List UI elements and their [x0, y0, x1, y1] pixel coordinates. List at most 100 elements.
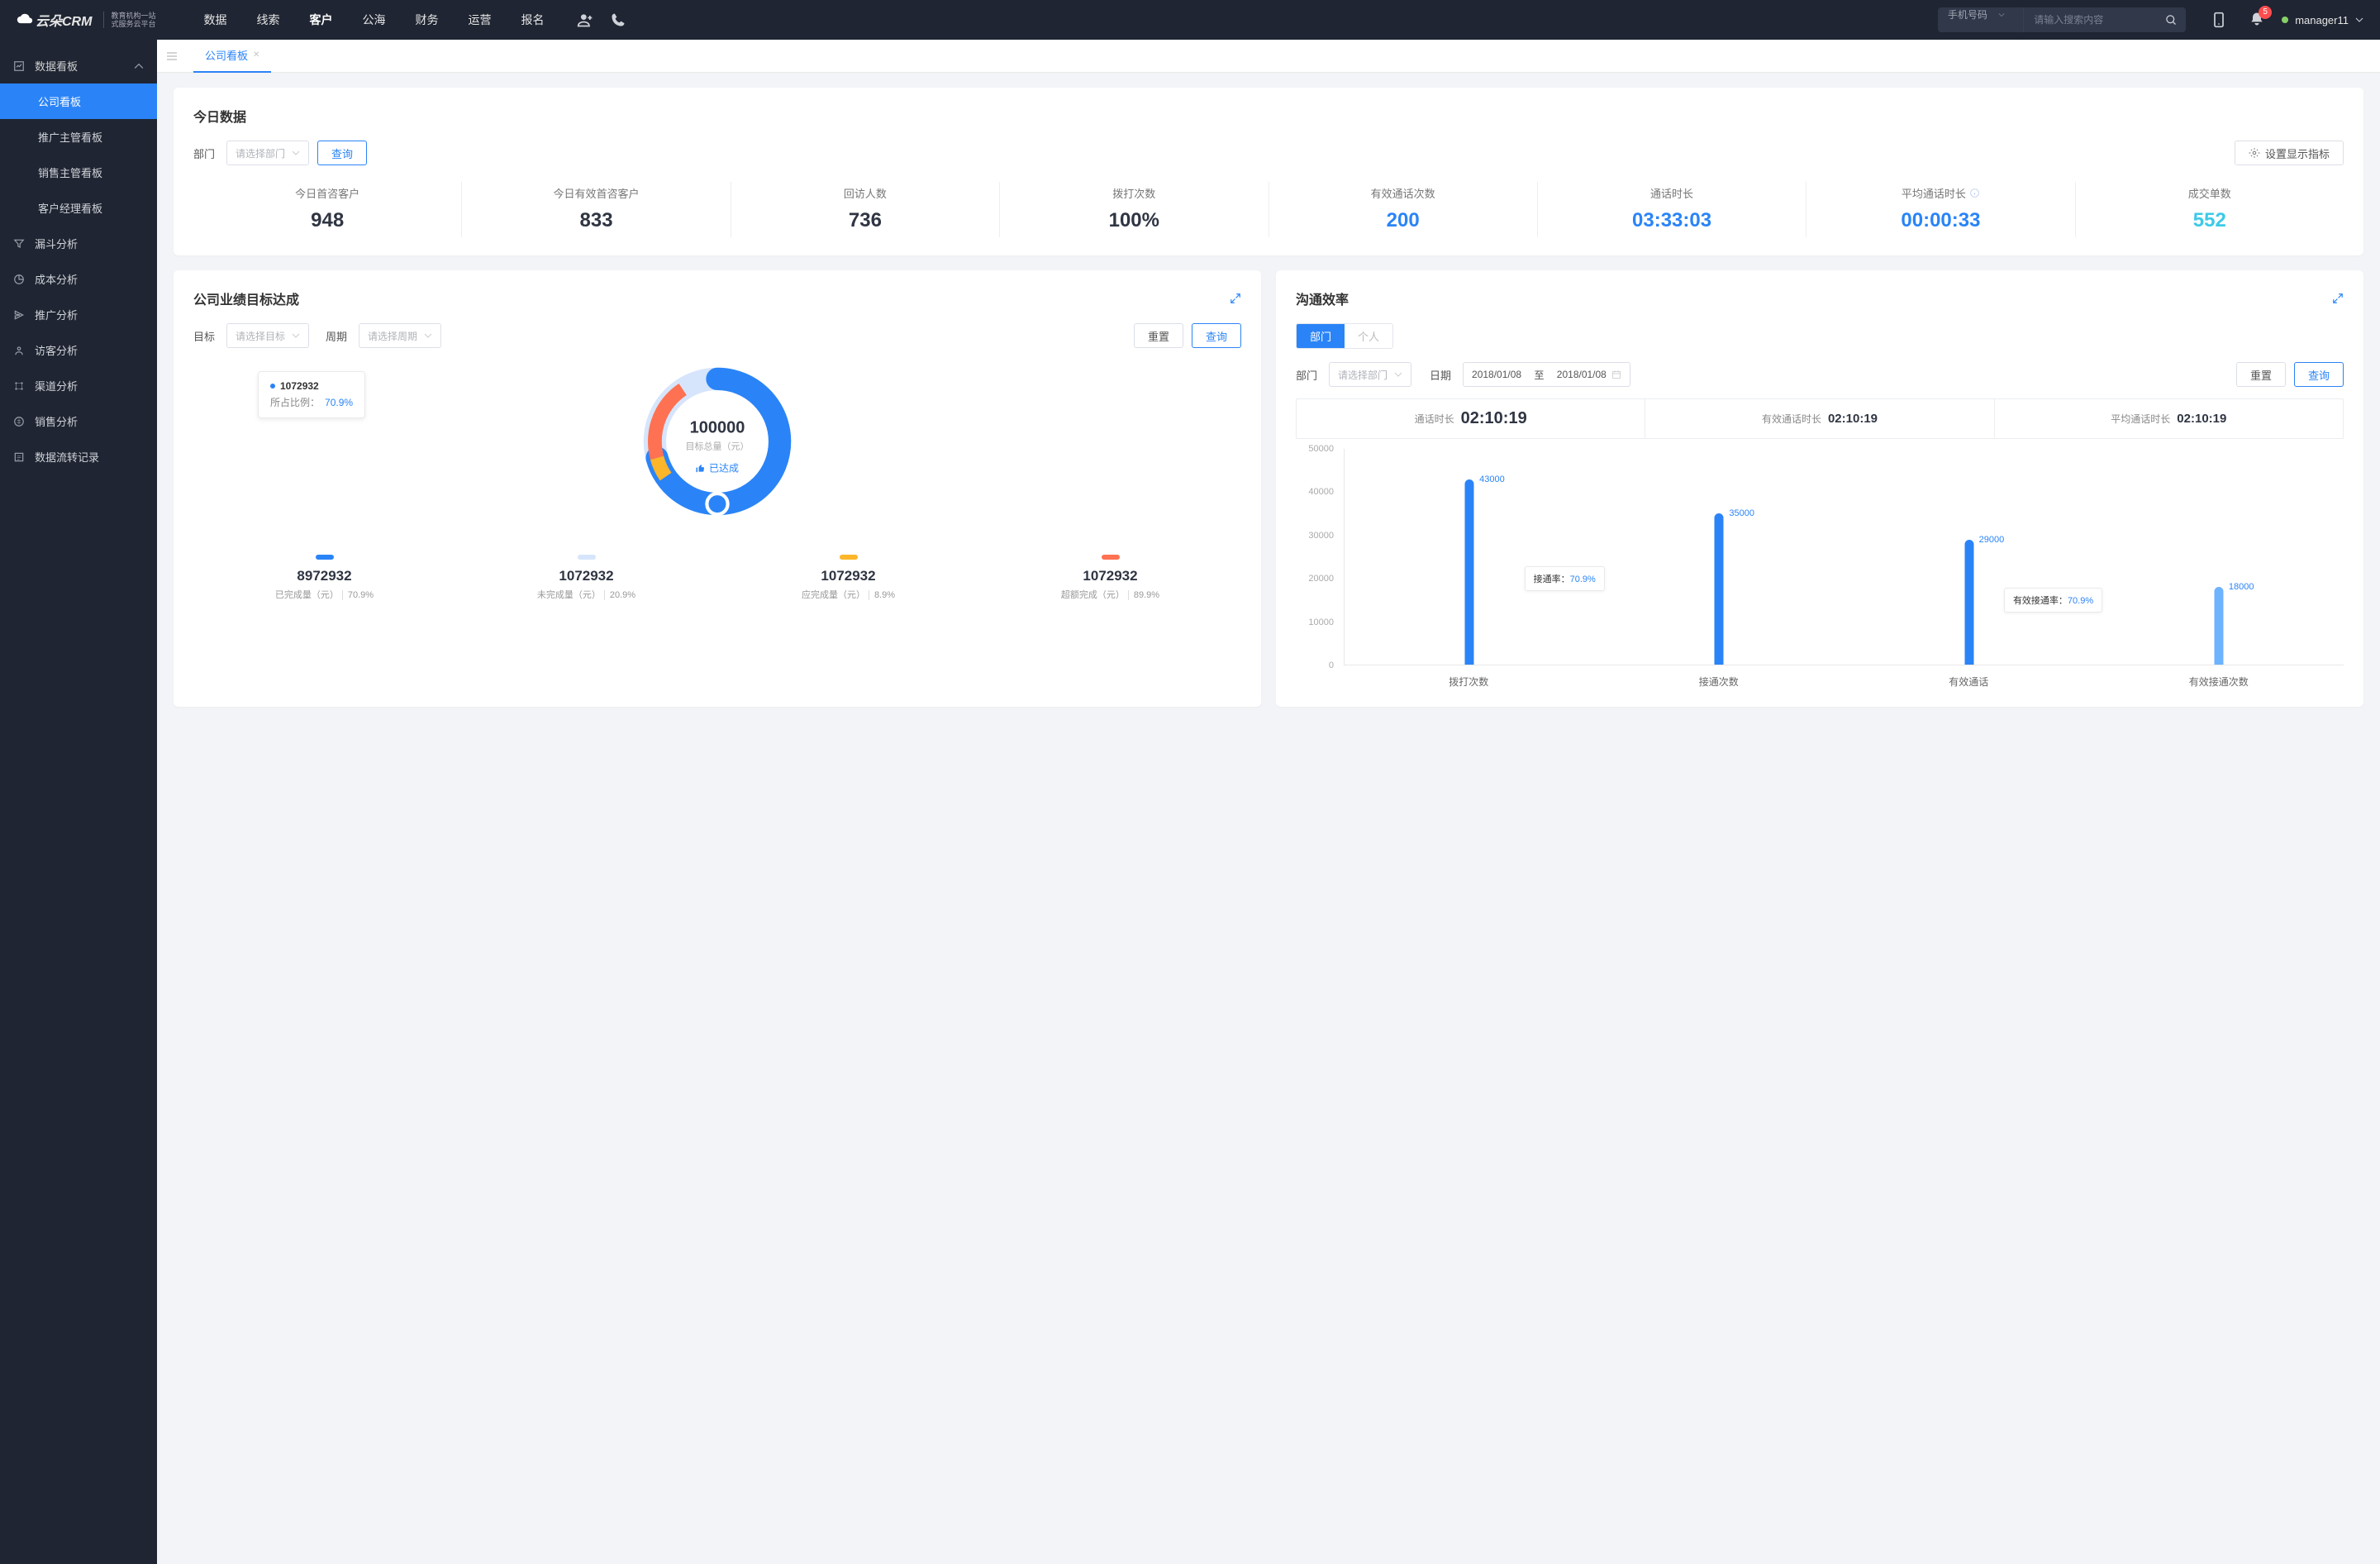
dept-label: 部门	[193, 145, 215, 161]
target-select[interactable]: 请选择目标	[226, 323, 309, 348]
stat-value: 02:10:19	[1828, 412, 1878, 426]
scope-tabs: 部门 个人	[1296, 323, 1393, 349]
tab-dept[interactable]: 部门	[1297, 324, 1345, 348]
bar	[2214, 587, 2223, 665]
nav-enroll[interactable]: 报名	[506, 0, 559, 40]
bar	[1715, 513, 1724, 665]
chevron-up-icon	[134, 61, 144, 71]
sidebar-group-dashboard[interactable]: 数据看板	[0, 48, 157, 83]
target-card: 公司业绩目标达成 目标 请选择目标 周期 请选择周期 重置	[174, 270, 1261, 707]
dial-icon[interactable]	[610, 12, 626, 28]
reset-button[interactable]: 重置	[1134, 323, 1183, 348]
date-range[interactable]: 2018/01/08 至 2018/01/08	[1463, 362, 1630, 387]
sidebar-item-funnel[interactable]: 漏斗分析	[0, 226, 157, 261]
sidebar-item-sales-board[interactable]: 销售主管看板	[0, 155, 157, 190]
tab-bar: 公司看板 ✕	[157, 40, 2380, 73]
comm-title: 沟通效率	[1296, 288, 1349, 308]
bar	[1465, 479, 1474, 665]
metric-value: 552	[2076, 209, 2344, 232]
donut-center-label: 目标总量（元）	[686, 440, 750, 453]
sidebar-item-sales[interactable]: 销售分析	[0, 403, 157, 439]
search-button[interactable]	[2156, 7, 2186, 32]
connect-rate-annotation: 接通率：70.9%	[1525, 566, 1605, 591]
search-type-select[interactable]: 手机号码	[1938, 7, 2024, 32]
expand-icon[interactable]	[1230, 293, 1241, 304]
close-icon[interactable]: ✕	[253, 50, 259, 60]
mobile-icon[interactable]	[2211, 12, 2227, 28]
nav-customers[interactable]: 客户	[294, 0, 347, 40]
dept-select[interactable]: 请选择部门	[226, 141, 309, 165]
period-select[interactable]: 请选择周期	[359, 323, 441, 348]
metric-label: 拨打次数	[1000, 185, 1268, 201]
metric-label: 回访人数	[731, 185, 999, 201]
stat-value: 02:10:19	[1461, 409, 1527, 428]
metric-label: 今日首咨客户	[193, 185, 461, 201]
tabbar-menu-icon[interactable]	[165, 50, 178, 63]
nav-public[interactable]: 公海	[347, 0, 400, 40]
top-header: 云朵CRM 教育机构一站式服务云平台 数据 线索 客户 公海 财务 运营 报名 …	[0, 0, 2380, 40]
sidebar-item-visitor[interactable]: 访客分析	[0, 332, 157, 368]
legend-value: 1072932	[979, 568, 1241, 584]
expand-icon[interactable]	[2332, 293, 2344, 304]
thumbs-up-icon	[696, 463, 706, 473]
status-dot	[2282, 17, 2288, 23]
query-button[interactable]: 查询	[2294, 362, 2344, 387]
tab-company-board[interactable]: 公司看板 ✕	[193, 40, 271, 73]
donut-status: 已达成	[686, 461, 750, 475]
sidebar: 数据看板 公司看板 推广主管看板 销售主管看板 客户经理看板 漏斗分析 成本分析…	[0, 40, 157, 1564]
legend-value: 1072932	[717, 568, 979, 584]
legend-label: 未完成量（元）20.9%	[455, 588, 717, 601]
nav-data[interactable]: 数据	[188, 0, 241, 40]
reset-button[interactable]: 重置	[2236, 362, 2286, 387]
add-user-icon[interactable]	[577, 12, 593, 28]
logo-subtitle: 教育机构一站式服务云平台	[103, 12, 155, 29]
sidebar-item-channel[interactable]: 渠道分析	[0, 368, 157, 403]
sidebar-item-cost[interactable]: 成本分析	[0, 261, 157, 297]
bell-icon[interactable]: 5	[2249, 11, 2265, 30]
bar	[1964, 540, 1973, 665]
bar-value-label: 43000	[1479, 474, 1505, 484]
metric-label: 平均通话时长	[1806, 185, 2074, 201]
x-axis-label: 拨打次数	[1344, 675, 1594, 689]
stat-value: 02:10:19	[2177, 412, 2226, 426]
user-menu[interactable]: manager11	[2282, 14, 2363, 26]
comm-dept-select[interactable]: 请选择部门	[1329, 362, 1411, 387]
legend-label: 超额完成（元）89.9%	[979, 588, 1241, 601]
stat-label: 通话时长	[1415, 412, 1454, 426]
x-axis-label: 接通次数	[1594, 675, 1844, 689]
metric-value: 736	[731, 209, 999, 232]
nav-leads[interactable]: 线索	[241, 0, 294, 40]
tab-person[interactable]: 个人	[1345, 324, 1392, 348]
donut-tooltip: 1072932 所占比例：70.9%	[258, 371, 365, 418]
sidebar-item-promo[interactable]: 推广分析	[0, 297, 157, 332]
gear-icon	[2249, 147, 2260, 159]
bar-value-label: 18000	[2229, 582, 2254, 592]
query-button[interactable]: 查询	[317, 141, 367, 165]
search-input[interactable]	[2024, 7, 2156, 32]
settings-button[interactable]: 设置显示指标	[2235, 141, 2344, 165]
metric-value: 100%	[1000, 209, 1268, 232]
comm-efficiency-card: 沟通效率 部门 个人 部门 请选择部门 日期	[1276, 270, 2363, 707]
metric-label: 通话时长	[1538, 185, 1806, 201]
metric-value: 833	[462, 209, 730, 232]
target-title: 公司业绩目标达成	[193, 288, 299, 308]
bar-value-label: 29000	[1979, 535, 2005, 545]
calendar-icon	[1611, 370, 1621, 379]
legend-value: 8972932	[193, 568, 455, 584]
notification-badge: 5	[2259, 6, 2272, 19]
sidebar-item-flow-log[interactable]: 数据流转记录	[0, 439, 157, 474]
nav-ops[interactable]: 运营	[453, 0, 506, 40]
legend-label: 已完成量（元）70.9%	[193, 588, 455, 601]
metric-label: 成交单数	[2076, 185, 2344, 201]
x-axis-label: 有效通话	[1844, 675, 2094, 689]
legend-label: 应完成量（元）8.9%	[717, 588, 979, 601]
metric-value: 948	[193, 209, 461, 232]
query-button[interactable]: 查询	[1192, 323, 1241, 348]
logo: 云朵CRM	[17, 10, 92, 30]
metric-value: 200	[1269, 209, 1537, 232]
sidebar-item-manager-board[interactable]: 客户经理看板	[0, 190, 157, 226]
nav-finance[interactable]: 财务	[400, 0, 453, 40]
sidebar-item-company-board[interactable]: 公司看板	[0, 83, 157, 119]
sidebar-item-promo-board[interactable]: 推广主管看板	[0, 119, 157, 155]
donut-center-value: 100000	[686, 419, 750, 438]
